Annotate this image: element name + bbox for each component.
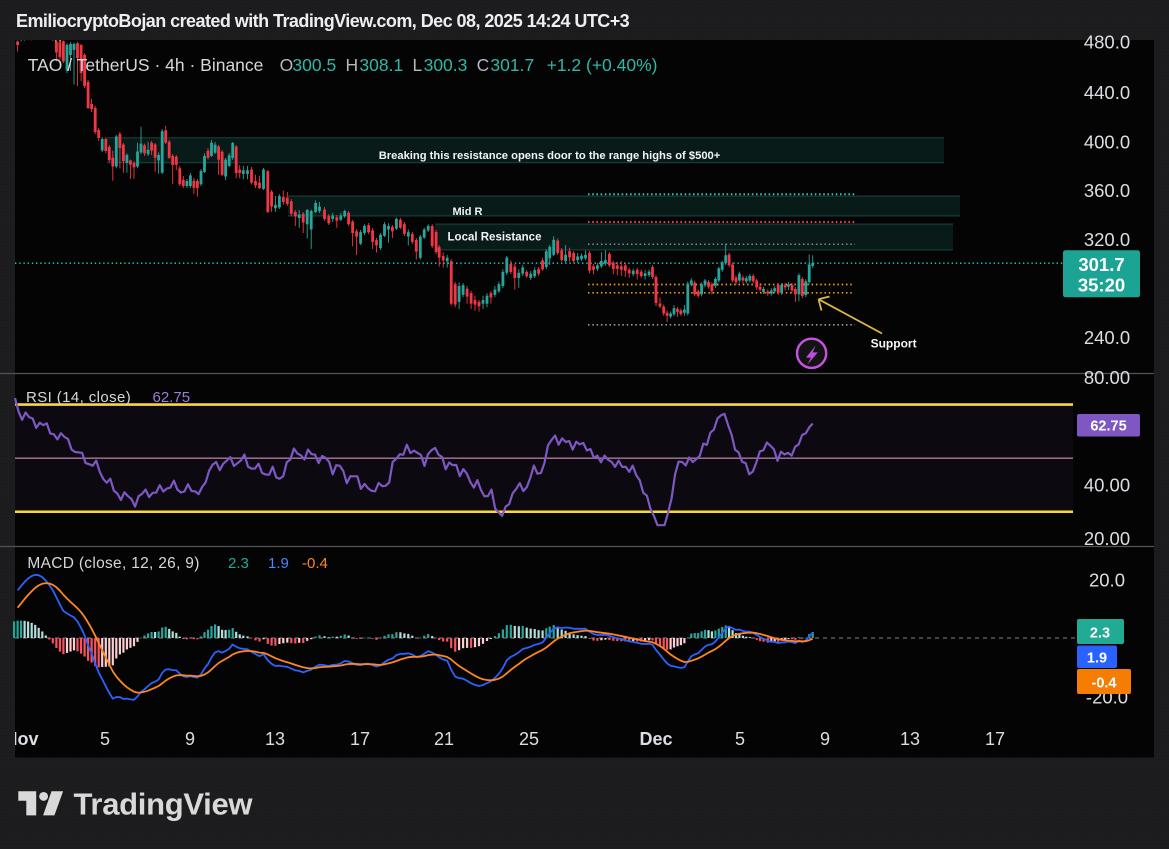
svg-text:5: 5	[735, 729, 745, 749]
svg-text:H: H	[346, 55, 359, 75]
svg-text:O: O	[280, 55, 294, 75]
svg-text:320.0: 320.0	[1084, 229, 1130, 250]
svg-text:2.3: 2.3	[1090, 626, 1110, 642]
svg-text:440.0: 440.0	[1084, 82, 1130, 103]
svg-text:Dec: Dec	[639, 729, 672, 749]
svg-text:C: C	[477, 55, 490, 75]
svg-text:301.7: 301.7	[1078, 254, 1124, 275]
svg-text:400.0: 400.0	[1084, 132, 1130, 153]
svg-text:TAO / TetherUS · 4h · Binance: TAO / TetherUS · 4h · Binance	[28, 55, 264, 75]
svg-text:480.0: 480.0	[1084, 32, 1130, 53]
svg-text:21: 21	[434, 729, 454, 749]
svg-text:360.0: 360.0	[1084, 180, 1130, 201]
svg-text:300.5: 300.5	[292, 55, 336, 75]
svg-text:40.00: 40.00	[1084, 474, 1130, 495]
svg-text:-0.4: -0.4	[1092, 676, 1117, 692]
svg-text:13: 13	[900, 729, 920, 749]
svg-text:62.75: 62.75	[153, 389, 191, 406]
svg-text:2.3: 2.3	[228, 555, 249, 572]
svg-text:9: 9	[185, 729, 195, 749]
svg-text:1.9: 1.9	[268, 555, 289, 572]
svg-text:Breaking this resistance opens: Breaking this resistance opens door to t…	[379, 150, 721, 162]
svg-text:Local Resistance: Local Resistance	[448, 232, 542, 244]
svg-text:EmiliocryptoBojan created with: EmiliocryptoBojan created with TradingVi…	[16, 11, 630, 31]
svg-text:Mid R: Mid R	[453, 206, 483, 218]
svg-text:9: 9	[820, 729, 830, 749]
svg-text:240.0: 240.0	[1084, 327, 1130, 348]
svg-text:25: 25	[519, 729, 539, 749]
svg-text:13: 13	[265, 729, 285, 749]
svg-text:300.3: 300.3	[424, 55, 468, 75]
svg-text:-0.4: -0.4	[302, 555, 328, 572]
svg-text:17: 17	[985, 729, 1005, 749]
svg-text:L: L	[413, 55, 423, 75]
svg-text:308.1: 308.1	[359, 55, 403, 75]
svg-text:20.00: 20.00	[1084, 528, 1130, 549]
svg-text:TradingView: TradingView	[74, 787, 254, 822]
svg-text:RSI (14, close): RSI (14, close)	[26, 389, 131, 406]
svg-text:5: 5	[100, 729, 110, 749]
svg-text:35:20: 35:20	[1078, 275, 1125, 296]
svg-text:301.7: 301.7	[490, 55, 534, 75]
svg-text:17: 17	[350, 729, 370, 749]
svg-text:+1.2 (+0.40%): +1.2 (+0.40%)	[547, 55, 658, 75]
svg-text:MACD (close, 12, 26, 9): MACD (close, 12, 26, 9)	[27, 555, 199, 572]
svg-text:Support: Support	[871, 337, 917, 351]
svg-text:1.9: 1.9	[1087, 651, 1107, 667]
svg-text:62.75: 62.75	[1090, 419, 1126, 435]
svg-text:20.0: 20.0	[1089, 570, 1125, 591]
svg-text:80.00: 80.00	[1084, 367, 1130, 388]
